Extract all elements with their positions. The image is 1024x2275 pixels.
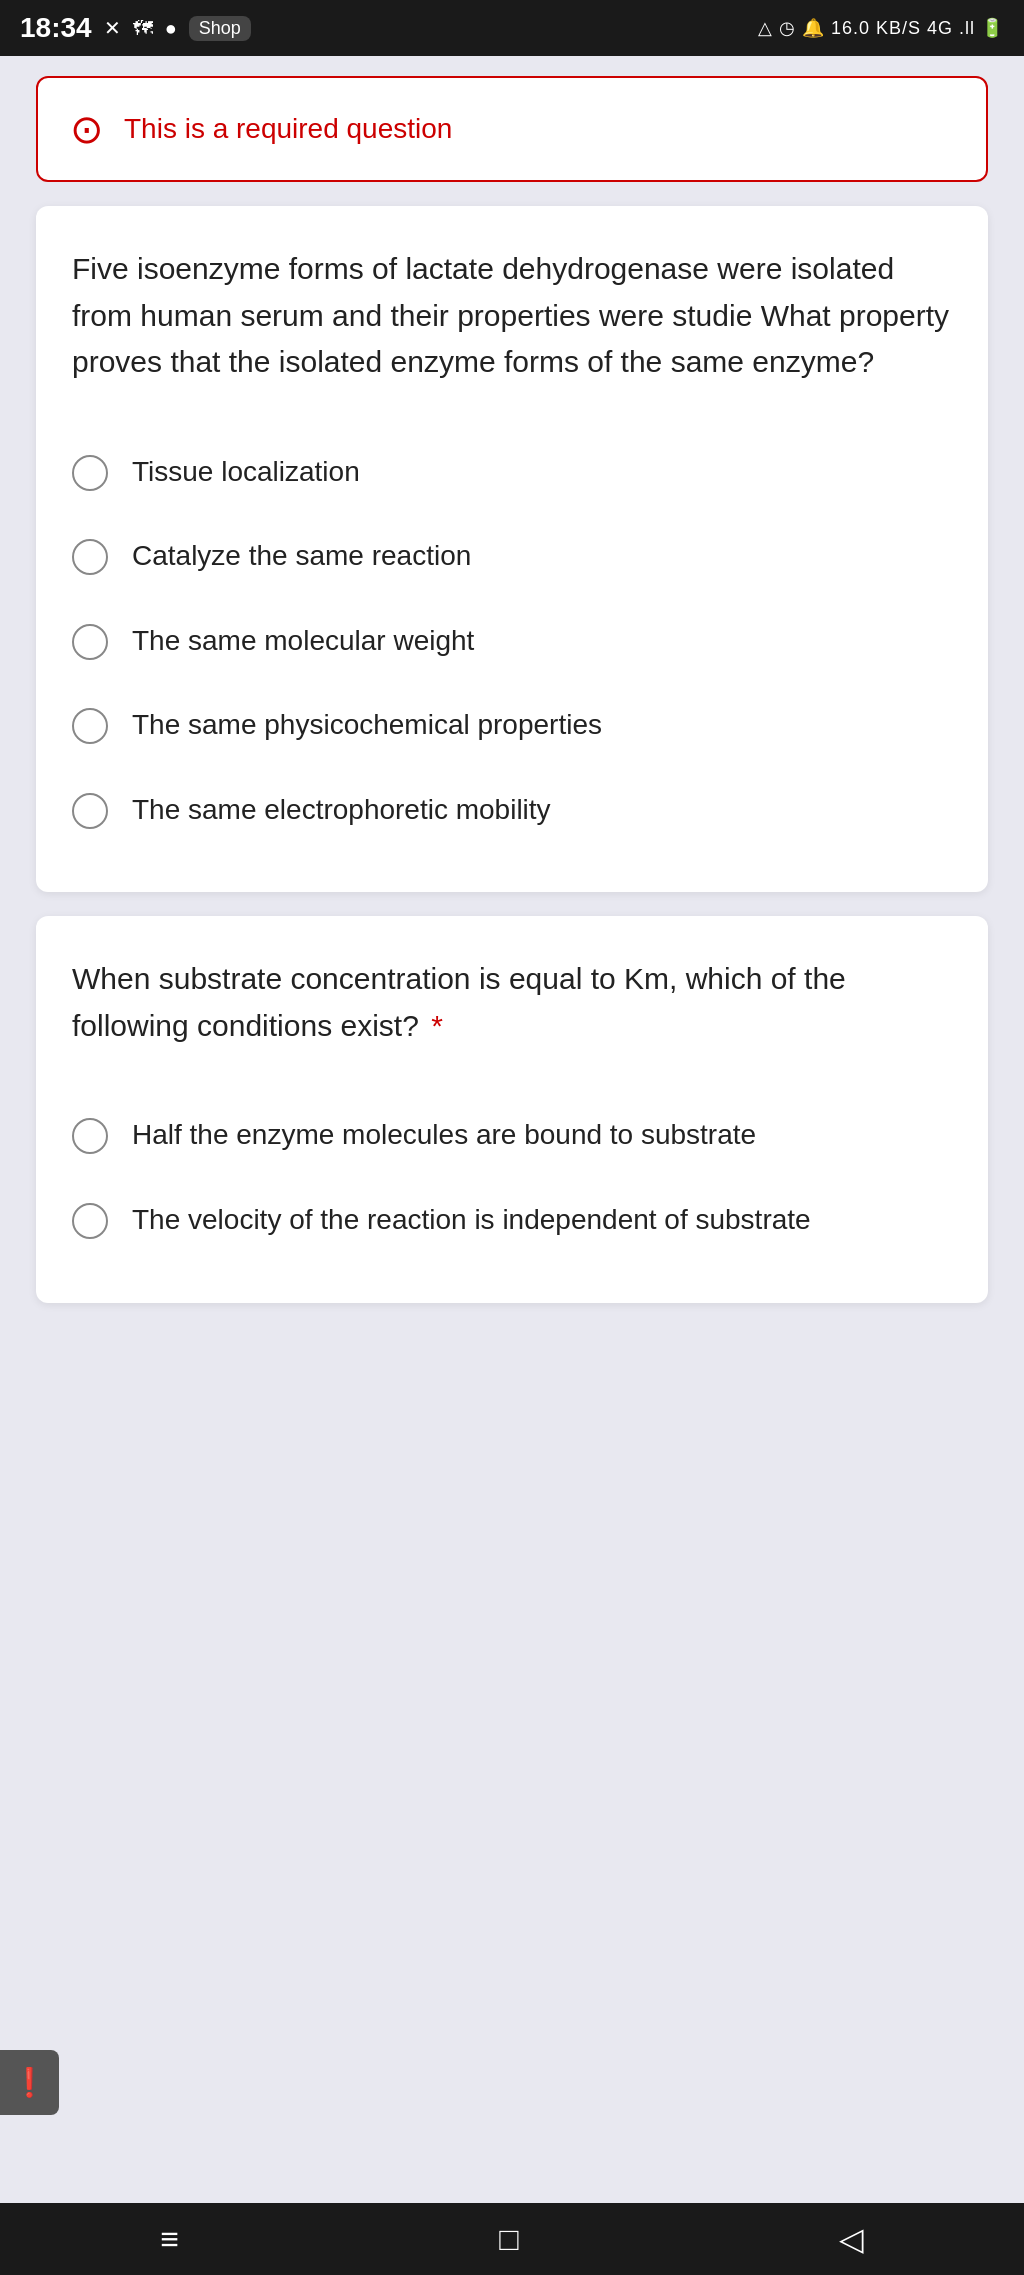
option-label-q1-1: Tissue localization: [132, 452, 360, 493]
back-icon: ◁: [839, 2221, 864, 2257]
status-bar-right: △ ◷ 🔔 16.0 KB/S 4G .ll 🔋: [758, 17, 1004, 39]
radio-circle-q1-3[interactable]: [72, 624, 108, 660]
option-label-q1-4: The same physicochemical properties: [132, 705, 602, 746]
required-warning: ⊙ This is a required question: [36, 76, 988, 182]
radio-circle-q1-1[interactable]: [72, 455, 108, 491]
warning-icon: ⊙: [70, 106, 104, 152]
question-1-text: Five isoenzyme forms of lactate dehydrog…: [72, 246, 952, 386]
status-icon-circle: ●: [165, 17, 177, 40]
question-2-option-2[interactable]: The velocity of the reaction is independ…: [72, 1178, 952, 1263]
option-label-q1-3: The same molecular weight: [132, 621, 474, 662]
option-label-q2-2: The velocity of the reaction is independ…: [132, 1200, 811, 1241]
question-1-options: Tissue localization Catalyze the same re…: [72, 430, 952, 853]
status-icon-map: 🗺: [133, 17, 153, 40]
feedback-icon: ❗: [12, 2067, 47, 2098]
option-label-q1-2: Catalyze the same reaction: [132, 536, 471, 577]
radio-circle-q1-2[interactable]: [72, 539, 108, 575]
question-1-option-4[interactable]: The same physicochemical properties: [72, 683, 952, 768]
main-content: ⊙ This is a required question Five isoen…: [0, 56, 1024, 1423]
status-bar: 18:34 ✕ 🗺 ● Shop △ ◷ 🔔 16.0 KB/S 4G .ll …: [0, 0, 1024, 56]
option-label-q2-1: Half the enzyme molecules are bound to s…: [132, 1115, 756, 1156]
shop-pill: Shop: [189, 16, 251, 41]
signal-icons: △ ◷ 🔔 16.0 KB/S 4G .ll 🔋: [758, 17, 1004, 39]
question-2-options: Half the enzyme molecules are bound to s…: [72, 1093, 952, 1262]
nav-back-button[interactable]: ◁: [809, 2210, 894, 2268]
radio-circle-q2-2[interactable]: [72, 1203, 108, 1239]
bottom-nav: ≡ □ ◁: [0, 2203, 1024, 2275]
required-star: *: [431, 1009, 443, 1042]
question-2-option-1[interactable]: Half the enzyme molecules are bound to s…: [72, 1093, 952, 1178]
question-1-option-2[interactable]: Catalyze the same reaction: [72, 514, 952, 599]
question-1-option-5[interactable]: The same electrophoretic mobility: [72, 768, 952, 853]
warning-text: This is a required question: [124, 113, 452, 145]
radio-circle-q2-1[interactable]: [72, 1118, 108, 1154]
status-bar-left: 18:34 ✕ 🗺 ● Shop: [20, 12, 251, 44]
question-1-card: Five isoenzyme forms of lactate dehydrog…: [36, 206, 988, 892]
nav-home-button[interactable]: □: [469, 2211, 548, 2268]
nav-menu-button[interactable]: ≡: [130, 2211, 209, 2268]
question-1-option-1[interactable]: Tissue localization: [72, 430, 952, 515]
question-2-card: When substrate concentration is equal to…: [36, 916, 988, 1302]
option-label-q1-5: The same electrophoretic mobility: [132, 790, 551, 831]
radio-circle-q1-4[interactable]: [72, 708, 108, 744]
feedback-button[interactable]: ❗: [0, 2050, 59, 2115]
question-1-option-3[interactable]: The same molecular weight: [72, 599, 952, 684]
home-icon: □: [499, 2221, 518, 2257]
question-2-text: When substrate concentration is equal to…: [72, 956, 952, 1049]
status-time: 18:34: [20, 12, 92, 44]
menu-icon: ≡: [160, 2221, 179, 2257]
radio-circle-q1-5[interactable]: [72, 793, 108, 829]
question-2-text-content: When substrate concentration is equal to…: [72, 962, 846, 1042]
status-icon-x: ✕: [104, 16, 121, 40]
